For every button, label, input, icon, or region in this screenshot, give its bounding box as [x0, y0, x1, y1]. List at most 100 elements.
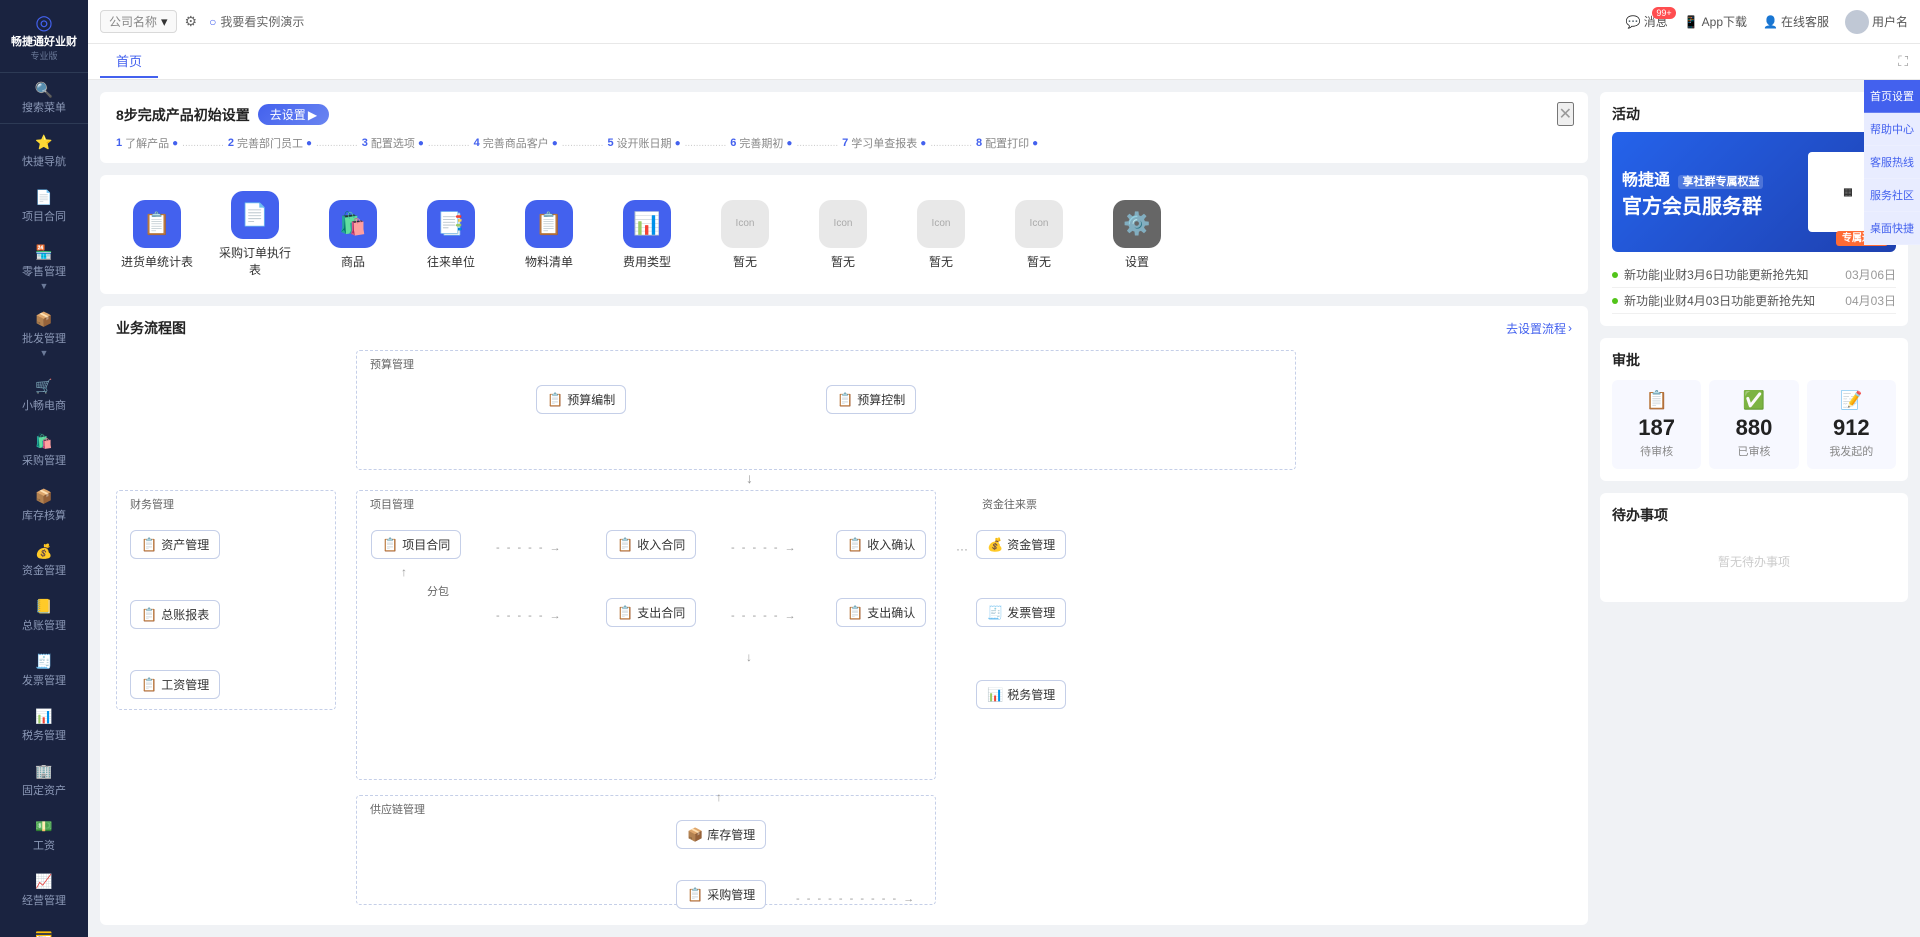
sidebar-item-4[interactable]: 🛒 小畅电商: [18, 368, 70, 423]
business-flow: 业务流程图 去设置流程 › 预算管理 📋 预算编制: [100, 306, 1588, 925]
audit-card-0[interactable]: 📋 187 待审核: [1612, 380, 1701, 469]
messages-btn[interactable]: 💬 消息 99+: [1626, 13, 1668, 30]
online-service-btn[interactable]: 👤 在线客服: [1763, 13, 1829, 30]
expense-contract-box[interactable]: 📋 支出合同: [606, 598, 696, 627]
quick-item-7[interactable]: Icon 暂无: [798, 192, 888, 278]
demo-link[interactable]: ○ 我要看实例演示: [209, 13, 304, 30]
sidebar-item-5[interactable]: 🛍️ 采购管理: [18, 423, 70, 478]
sidebar-search[interactable]: 🔍 搜索菜单: [0, 73, 88, 124]
step-1[interactable]: 1了解产品●: [116, 135, 178, 151]
activity-dot: [1612, 298, 1618, 304]
app-download-btn[interactable]: 📱 App下载: [1684, 13, 1747, 30]
audit-card-1[interactable]: ✅ 880 已审核: [1709, 380, 1798, 469]
supply-group-border: [356, 795, 936, 905]
inventory-mgmt-box[interactable]: 📦 库存管理: [676, 820, 766, 849]
step-6[interactable]: 6完善期初●: [730, 135, 792, 151]
project-contract-box[interactable]: 📋 项目合同: [371, 530, 461, 559]
quick-label-3: 往来单位: [427, 253, 475, 270]
activity-item-0[interactable]: 新功能|业财3月6日功能更新抢先知 03月06日: [1612, 262, 1896, 288]
income-confirm-icon: 📋: [847, 537, 863, 553]
quick-label-10: 设置: [1125, 253, 1149, 270]
budget-draft-label: 预算编制: [567, 391, 615, 408]
company-selector[interactable]: 公司名称 ▾: [100, 10, 177, 33]
app-logo: ◎ 畅捷通好业财 专业版: [0, 0, 88, 73]
quick-item-3[interactable]: 📑 往来单位: [406, 192, 496, 278]
sidenav-item-1[interactable]: 帮助中心: [1864, 113, 1920, 146]
setup-steps: 1了解产品● ............... 2完善部门员工● ........…: [116, 135, 1572, 151]
sidebar-icon: 💵: [35, 818, 52, 835]
sidebar-label: 快捷导航: [22, 153, 66, 169]
quick-label-8: 暂无: [929, 253, 953, 270]
purchase-mgmt-box[interactable]: 📋 采购管理: [676, 880, 766, 909]
sidebar-item-14[interactable]: 💳 小畅报销: [18, 918, 70, 937]
quick-item-2[interactable]: 🛍️ 商品: [308, 192, 398, 278]
quick-item-5[interactable]: 📊 费用类型: [602, 192, 692, 278]
quick-icon-6: Icon: [721, 200, 769, 248]
sidebar-item-13[interactable]: 📈 经营管理: [18, 863, 70, 918]
salary-icon: 📋: [141, 677, 157, 693]
sidebar-icon: 📦: [35, 488, 52, 505]
quick-item-0[interactable]: 📋 进货单统计表: [112, 192, 202, 278]
sidebar-item-3[interactable]: 📦 批发管理 ▼: [18, 301, 70, 368]
asset-mgmt-box[interactable]: 📋 资产管理: [130, 530, 220, 559]
sidenav-item-0[interactable]: 首页设置: [1864, 80, 1920, 113]
sidebar-item-10[interactable]: 📊 税务管理: [18, 698, 70, 753]
step-separator: ...............: [428, 138, 470, 149]
income-contract-box[interactable]: 📋 收入合同: [606, 530, 696, 559]
sidebar-item-11[interactable]: 🏢 固定资产: [18, 753, 70, 808]
tax-mgmt-box[interactable]: 📊 税务管理: [976, 680, 1066, 709]
quick-item-8[interactable]: Icon 暂无: [896, 192, 986, 278]
quick-item-4[interactable]: 📋 物料清单: [504, 192, 594, 278]
user-btn[interactable]: 用户名: [1845, 10, 1908, 34]
sidebar-item-6[interactable]: 📦 库存核算: [18, 478, 70, 533]
step-7[interactable]: 7学习单查报表●: [842, 135, 926, 151]
quick-item-6[interactable]: Icon 暂无: [700, 192, 790, 278]
app-name: 畅捷通好业财: [11, 35, 77, 49]
sidebar-item-12[interactable]: 💵 工资: [18, 808, 70, 863]
message-icon: 💬: [1626, 15, 1641, 29]
quick-icon-1: 📄: [231, 191, 279, 239]
quick-item-9[interactable]: Icon 暂无: [994, 192, 1084, 278]
sidebar-label: 发票管理: [22, 672, 66, 688]
capital-mgmt-box[interactable]: 💰 资金管理: [976, 530, 1066, 559]
quick-item-10[interactable]: ⚙️ 设置: [1092, 192, 1182, 278]
sidebar-label: 批发管理: [22, 330, 66, 346]
budget-draft-box[interactable]: 📋 预算编制: [536, 385, 626, 414]
setup-close-btn[interactable]: ✕: [1557, 102, 1574, 126]
salary-mgmt-box[interactable]: 📋 工资管理: [130, 670, 220, 699]
budget-control-box[interactable]: 📋 预算控制: [826, 385, 916, 414]
tab-expand-btn[interactable]: ⛶: [1898, 53, 1908, 70]
step-8[interactable]: 8配置打印●: [976, 135, 1038, 151]
company-name: 公司名称: [109, 13, 157, 30]
sidebar-item-1[interactable]: 📄 项目合同: [18, 179, 70, 234]
sidenav-item-3[interactable]: 服务社区: [1864, 179, 1920, 212]
ledger-report-box[interactable]: 📋 总账报表: [130, 600, 220, 629]
activity-item-1[interactable]: 新功能|业财4月03日功能更新抢先知 04月03日: [1612, 288, 1896, 314]
go-setup-btn[interactable]: 去设置 ▶: [258, 104, 329, 125]
sidenav-item-2[interactable]: 客服热线: [1864, 146, 1920, 179]
setup-title-row: 8步完成产品初始设置 去设置 ▶: [116, 104, 1572, 125]
step-5[interactable]: 5设开账日期●: [607, 135, 680, 151]
topbar-settings-icon[interactable]: ⚙: [185, 13, 198, 30]
audit-card-2[interactable]: 📝 912 我发起的: [1807, 380, 1896, 469]
quick-item-1[interactable]: 📄 采购订单执行表: [210, 183, 300, 286]
flow-settings-link[interactable]: 去设置流程 ›: [1506, 320, 1572, 337]
sidebar-item-0[interactable]: ⭐ 快捷导航: [18, 124, 70, 179]
topbar-right: 💬 消息 99+ 📱 App下载 👤 在线客服 用户名: [1626, 10, 1908, 34]
step-3[interactable]: 3配置选项●: [362, 135, 424, 151]
invoice-mgmt-box[interactable]: 🧾 发票管理: [976, 598, 1066, 627]
quick-icon-9: Icon: [1015, 200, 1063, 248]
sidenav-item-4[interactable]: 桌面快捷: [1864, 212, 1920, 245]
sidebar-label: 工资: [33, 837, 55, 853]
income-confirm-box[interactable]: 📋 收入确认: [836, 530, 926, 559]
sidebar-item-2[interactable]: 🏪 零售管理 ▼: [18, 234, 70, 301]
step-4[interactable]: 4完善商品客户●: [474, 135, 558, 151]
sidebar-icon: 🏢: [35, 763, 52, 780]
expense-confirm-box[interactable]: 📋 支出确认: [836, 598, 926, 627]
sidebar-arrow-icon: ▼: [40, 348, 49, 358]
sidebar-item-8[interactable]: 📒 总账管理: [18, 588, 70, 643]
tab-home[interactable]: 首页: [100, 45, 158, 78]
sidebar-item-7[interactable]: 💰 资金管理: [18, 533, 70, 588]
step-2[interactable]: 2完善部门员工●: [228, 135, 312, 151]
sidebar-item-9[interactable]: 🧾 发票管理: [18, 643, 70, 698]
